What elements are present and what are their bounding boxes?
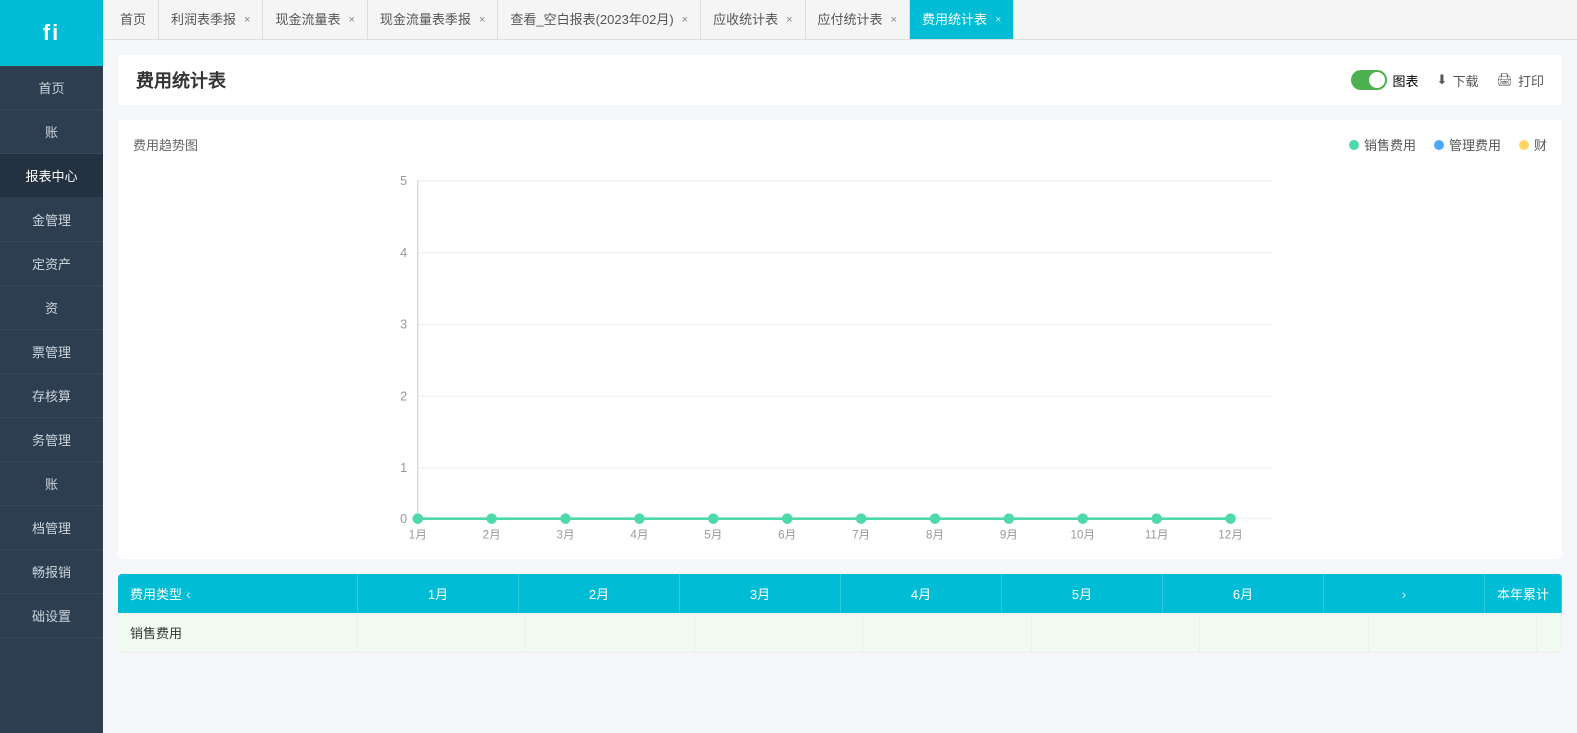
tabs-bar: 首页 利润表季报 × 现金流量表 × 现金流量表季报 × 查看_空白报表(202…: [103, 0, 1577, 40]
chart-title: 费用趋势图: [133, 135, 198, 154]
line-chart-svg: 5 4 3 2 1 0: [133, 164, 1547, 544]
table-nav-prev[interactable]: ‹: [186, 586, 191, 602]
table-cell-type: 销售费用: [118, 613, 358, 652]
svg-text:5: 5: [400, 174, 407, 188]
sidebar-item-inventory[interactable]: 存核算: [0, 374, 103, 418]
table-header-row: 费用类型 ‹ 1月 2月 3月 4月 5月: [118, 574, 1562, 613]
legend-label-finance: 财: [1534, 135, 1547, 154]
sidebar-item-reports[interactable]: 报表中心: [0, 154, 103, 198]
table-cell-nav: [1369, 613, 1537, 652]
sidebar-item-settings[interactable]: 础设置: [0, 594, 103, 638]
chart-card: 费用趋势图 销售费用 管理费用 财: [118, 120, 1562, 559]
chart-toggle[interactable]: [1351, 70, 1387, 90]
tab-home[interactable]: 首页: [108, 0, 159, 40]
sidebar-item-expense[interactable]: 畅报销: [0, 550, 103, 594]
tab-close-payable[interactable]: ×: [891, 0, 897, 40]
svg-text:10月: 10月: [1071, 529, 1096, 542]
expense-table: 费用类型 ‹ 1月 2月 3月 4月 5月: [118, 574, 1562, 653]
svg-text:11月: 11月: [1145, 529, 1169, 542]
table-cell-m1: [358, 613, 526, 652]
table-header-nav-next[interactable]: ›: [1324, 574, 1485, 613]
legend-sales-expense: 销售费用: [1349, 135, 1416, 154]
tab-profit-quarterly[interactable]: 利润表季报 ×: [159, 0, 263, 40]
svg-text:2: 2: [400, 389, 407, 403]
sidebar-item-service[interactable]: 务管理: [0, 418, 103, 462]
tab-close-expense-stats[interactable]: ×: [995, 0, 1001, 40]
chart-header: 费用趋势图 销售费用 管理费用 财: [133, 135, 1547, 154]
sidebar-item-archive[interactable]: 档管理: [0, 506, 103, 550]
content-area: 费用统计表 图表 ⬇ 下载 🖨 打印 费用趋势图: [103, 40, 1577, 733]
sidebar-item-fixed-assets[interactable]: 定资产: [0, 242, 103, 286]
table-header-ytd: 本年累计: [1485, 574, 1562, 613]
svg-text:5月: 5月: [704, 529, 722, 542]
table-cell-m5: [1032, 613, 1200, 652]
table-cell-m2: [526, 613, 694, 652]
tab-expense-stats[interactable]: 费用统计表 ×: [910, 0, 1014, 40]
table-cell-m6: [1200, 613, 1368, 652]
svg-text:3月: 3月: [557, 529, 575, 542]
tab-close-receivable[interactable]: ×: [786, 0, 792, 40]
sidebar: fi 首页 账 报表中心 金管理 定资产 资 票管理 存核算 务管理 账 档管理…: [0, 0, 103, 733]
download-icon: ⬇: [1437, 72, 1448, 88]
page-header: 费用统计表 图表 ⬇ 下载 🖨 打印: [118, 55, 1562, 105]
chart-toggle-wrap: 图表: [1351, 70, 1419, 90]
svg-text:4月: 4月: [630, 529, 648, 542]
print-icon: 🖨: [1496, 72, 1513, 88]
svg-text:3: 3: [400, 318, 407, 332]
svg-text:6月: 6月: [778, 529, 796, 542]
table-nav-next-icon[interactable]: ›: [1402, 586, 1407, 602]
table-header-m5: 5月: [1002, 574, 1163, 613]
legend-dot-sales: [1349, 140, 1359, 150]
legend-dot-admin: [1434, 140, 1444, 150]
sidebar-item-finance[interactable]: 金管理: [0, 198, 103, 242]
tab-payable[interactable]: 应付统计表 ×: [806, 0, 910, 40]
sidebar-item-account[interactable]: 账: [0, 110, 103, 154]
table-header-m6: 6月: [1163, 574, 1324, 613]
sidebar-item-capital[interactable]: 资: [0, 286, 103, 330]
table-cell-m3: [695, 613, 863, 652]
tab-cashflow[interactable]: 现金流量表 ×: [263, 0, 367, 40]
svg-text:9月: 9月: [1000, 529, 1018, 542]
chart-toggle-label: 图表: [1393, 71, 1419, 90]
svg-text:1: 1: [400, 461, 407, 475]
tab-blank-report[interactable]: 查看_空白报表(2023年02月) ×: [498, 0, 701, 40]
download-button[interactable]: ⬇ 下载: [1437, 71, 1479, 90]
page-title: 费用统计表: [136, 67, 226, 93]
tab-cashflow-quarterly[interactable]: 现金流量表季报 ×: [368, 0, 498, 40]
legend-label-admin: 管理费用: [1449, 135, 1501, 154]
table-cell-ytd: [1537, 613, 1562, 652]
sidebar-logo: fi: [0, 0, 103, 66]
table-header-m2: 2月: [519, 574, 680, 613]
svg-text:4: 4: [400, 246, 407, 260]
table-header-m4: 4月: [841, 574, 1002, 613]
table-header-type: 费用类型 ‹: [118, 574, 358, 613]
legend-finance-expense: 财: [1519, 135, 1547, 154]
tab-close-profit-quarterly[interactable]: ×: [244, 0, 250, 40]
sidebar-item-invoice[interactable]: 票管理: [0, 330, 103, 374]
header-actions: 图表 ⬇ 下载 🖨 打印: [1351, 70, 1544, 90]
sidebar-item-home[interactable]: 首页: [0, 66, 103, 110]
table-row: 销售费用: [118, 613, 1562, 653]
svg-text:1月: 1月: [409, 529, 427, 542]
chart-svg-container: 5 4 3 2 1 0: [133, 164, 1547, 544]
chart-legend: 销售费用 管理费用 财: [1349, 135, 1547, 154]
main-area: 首页 利润表季报 × 现金流量表 × 现金流量表季报 × 查看_空白报表(202…: [103, 0, 1577, 733]
tab-close-cashflow[interactable]: ×: [348, 0, 354, 40]
svg-text:7月: 7月: [852, 529, 870, 542]
tab-close-blank-report[interactable]: ×: [682, 0, 688, 40]
tab-receivable[interactable]: 应收统计表 ×: [701, 0, 805, 40]
svg-text:2月: 2月: [483, 529, 501, 542]
table-header-m3: 3月: [680, 574, 841, 613]
svg-text:12月: 12月: [1218, 529, 1243, 542]
legend-admin-expense: 管理费用: [1434, 135, 1501, 154]
sidebar-item-ledger[interactable]: 账: [0, 462, 103, 506]
svg-text:0: 0: [400, 512, 407, 526]
legend-dot-finance: [1519, 140, 1529, 150]
tab-close-cashflow-quarterly[interactable]: ×: [479, 0, 485, 40]
table-cell-m4: [863, 613, 1031, 652]
print-button[interactable]: 🖨 打印: [1496, 71, 1544, 90]
svg-text:8月: 8月: [926, 529, 944, 542]
table-header-m1: 1月: [358, 574, 519, 613]
legend-label-sales: 销售费用: [1364, 135, 1416, 154]
